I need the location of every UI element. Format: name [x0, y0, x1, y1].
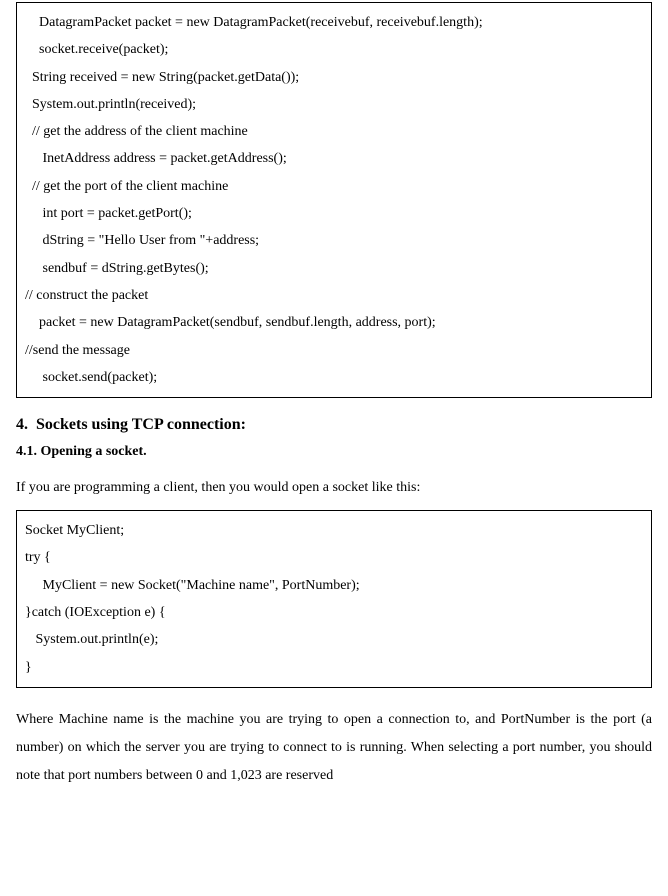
- code-line: dString = "Hello User from "+address;: [25, 227, 643, 254]
- page-content: DatagramPacket packet = new DatagramPack…: [0, 0, 668, 806]
- code-block-tcp-client: Socket MyClient; try { MyClient = new So…: [16, 510, 652, 688]
- code-line: // get the address of the client machine: [25, 118, 643, 145]
- code-line: int port = packet.getPort();: [25, 200, 643, 227]
- code-line: }: [25, 654, 643, 681]
- code-line: System.out.println(e);: [25, 626, 643, 653]
- code-line: String received = new String(packet.getD…: [25, 64, 643, 91]
- code-line: packet = new DatagramPacket(sendbuf, sen…: [25, 309, 643, 336]
- paragraph: If you are programming a client, then yo…: [16, 474, 652, 502]
- code-line: sendbuf = dString.getBytes();: [25, 255, 643, 282]
- subsection-title: Opening a socket.: [41, 444, 147, 459]
- code-line: // get the port of the client machine: [25, 173, 643, 200]
- section-title: Sockets using TCP connection:: [36, 416, 246, 433]
- code-line: MyClient = new Socket("Machine name", Po…: [25, 572, 643, 599]
- code-line: socket.receive(packet);: [25, 36, 643, 63]
- paragraph: Where Machine name is the machine you ar…: [16, 706, 652, 790]
- section-heading: 4. Sockets using TCP connection:: [16, 416, 652, 434]
- subsection-heading: 4.1. Opening a socket.: [16, 444, 652, 460]
- section-number: 4.: [16, 416, 28, 433]
- code-line: socket.send(packet);: [25, 364, 643, 391]
- code-line: System.out.println(received);: [25, 91, 643, 118]
- subsection-number: 4.1.: [16, 444, 37, 459]
- code-line: Socket MyClient;: [25, 517, 643, 544]
- code-block-udp: DatagramPacket packet = new DatagramPack…: [16, 2, 652, 398]
- code-line: // construct the packet: [25, 282, 643, 309]
- code-line: try {: [25, 544, 643, 571]
- code-line: //send the message: [25, 337, 643, 364]
- code-line: }catch (IOException e) {: [25, 599, 643, 626]
- code-line: DatagramPacket packet = new DatagramPack…: [25, 9, 643, 36]
- code-line: InetAddress address = packet.getAddress(…: [25, 145, 643, 172]
